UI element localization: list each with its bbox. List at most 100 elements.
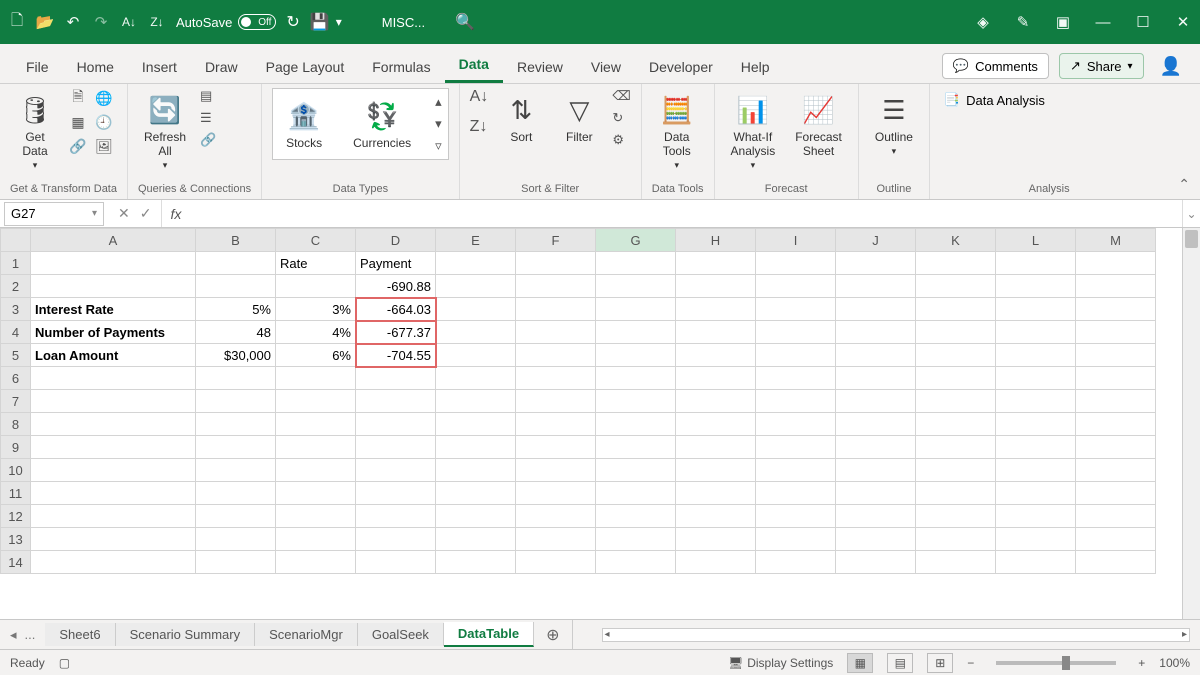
cell-K7[interactable] [916,390,996,413]
cell-M12[interactable] [1076,505,1156,528]
cell-I10[interactable] [756,459,836,482]
cell-E3[interactable] [436,298,516,321]
cell-D11[interactable] [356,482,436,505]
cell-H7[interactable] [676,390,756,413]
cell-C4[interactable]: 4% [276,321,356,344]
qat-more-icon[interactable]: ▾ [336,15,342,29]
col-header-C[interactable]: C [276,229,356,252]
cell-C2[interactable] [276,275,356,298]
cell-B7[interactable] [196,390,276,413]
cell-E7[interactable] [436,390,516,413]
zoom-level[interactable]: 100% [1159,656,1190,670]
cell-A9[interactable] [31,436,196,459]
cell-K10[interactable] [916,459,996,482]
cell-H11[interactable] [676,482,756,505]
close-icon[interactable]: ✕ [1174,13,1192,31]
cell-I6[interactable] [756,367,836,390]
tab-file[interactable]: File [12,51,63,83]
cell-K11[interactable] [916,482,996,505]
sheet-tab-sheet6[interactable]: Sheet6 [45,623,115,646]
cell-F1[interactable] [516,252,596,275]
cell-E6[interactable] [436,367,516,390]
cell-D12[interactable] [356,505,436,528]
cell-B11[interactable] [196,482,276,505]
cell-B3[interactable]: 5% [196,298,276,321]
cell-F5[interactable] [516,344,596,367]
cell-J9[interactable] [836,436,916,459]
cell-L13[interactable] [996,528,1076,551]
sheet-tab-datatable[interactable]: DataTable [444,622,534,647]
cell-E1[interactable] [436,252,516,275]
cell-I4[interactable] [756,321,836,344]
cell-G11[interactable] [596,482,676,505]
cell-A8[interactable] [31,413,196,436]
open-file-icon[interactable]: 📂 [36,13,54,31]
cell-D9[interactable] [356,436,436,459]
cell-E2[interactable] [436,275,516,298]
cell-A5[interactable]: Loan Amount [31,344,196,367]
redo-icon[interactable]: ↷ [92,13,110,31]
fx-icon[interactable]: fx [162,206,189,222]
row-header-6[interactable]: 6 [1,367,31,390]
cell-F13[interactable] [516,528,596,551]
cell-J11[interactable] [836,482,916,505]
cell-F10[interactable] [516,459,596,482]
tab-help[interactable]: Help [727,51,784,83]
cell-C11[interactable] [276,482,356,505]
cell-H6[interactable] [676,367,756,390]
cell-E10[interactable] [436,459,516,482]
tab-page-layout[interactable]: Page Layout [252,51,359,83]
row-header-11[interactable]: 11 [1,482,31,505]
cell-L3[interactable] [996,298,1076,321]
cell-G1[interactable] [596,252,676,275]
cell-M7[interactable] [1076,390,1156,413]
row-header-2[interactable]: 2 [1,275,31,298]
cell-G9[interactable] [596,436,676,459]
cell-K13[interactable] [916,528,996,551]
edit-links-icon[interactable]: 🔗 [200,132,216,148]
cell-I14[interactable] [756,551,836,574]
cell-I1[interactable] [756,252,836,275]
cell-K5[interactable] [916,344,996,367]
view-page-layout-icon[interactable]: ▤ [887,653,913,673]
scroll-down-icon[interactable]: ▾ [435,116,442,132]
cell-A3[interactable]: Interest Rate [31,298,196,321]
cell-K9[interactable] [916,436,996,459]
cell-J5[interactable] [836,344,916,367]
what-if-button[interactable]: 📊What-If Analysis▾ [725,88,782,175]
cell-B14[interactable] [196,551,276,574]
enter-icon[interactable]: ✓ [140,205,152,222]
cell-B10[interactable] [196,459,276,482]
sheet-tab-scenariomgr[interactable]: ScenarioMgr [255,623,358,646]
forecast-sheet-button[interactable]: 📈Forecast Sheet [789,88,848,162]
cell-A7[interactable] [31,390,196,413]
cell-A11[interactable] [31,482,196,505]
cell-H5[interactable] [676,344,756,367]
tab-data[interactable]: Data [445,48,503,83]
zoom-out-icon[interactable]: − [967,656,974,670]
cell-M9[interactable] [1076,436,1156,459]
cell-K14[interactable] [916,551,996,574]
cell-J10[interactable] [836,459,916,482]
cell-M5[interactable] [1076,344,1156,367]
cell-H8[interactable] [676,413,756,436]
cell-I13[interactable] [756,528,836,551]
row-header-9[interactable]: 9 [1,436,31,459]
cell-L6[interactable] [996,367,1076,390]
col-header-I[interactable]: I [756,229,836,252]
cell-L9[interactable] [996,436,1076,459]
col-header-G[interactable]: G [596,229,676,252]
cell-B2[interactable] [196,275,276,298]
cell-L7[interactable] [996,390,1076,413]
expand-icon[interactable]: ▿ [435,138,442,154]
col-header-K[interactable]: K [916,229,996,252]
cell-C14[interactable] [276,551,356,574]
cell-E13[interactable] [436,528,516,551]
cell-H4[interactable] [676,321,756,344]
cell-K12[interactable] [916,505,996,528]
cell-B1[interactable] [196,252,276,275]
cell-J6[interactable] [836,367,916,390]
sheet-tab-goalseek[interactable]: GoalSeek [358,623,444,646]
add-sheet-button[interactable]: ⊕ [534,625,571,645]
cell-M6[interactable] [1076,367,1156,390]
